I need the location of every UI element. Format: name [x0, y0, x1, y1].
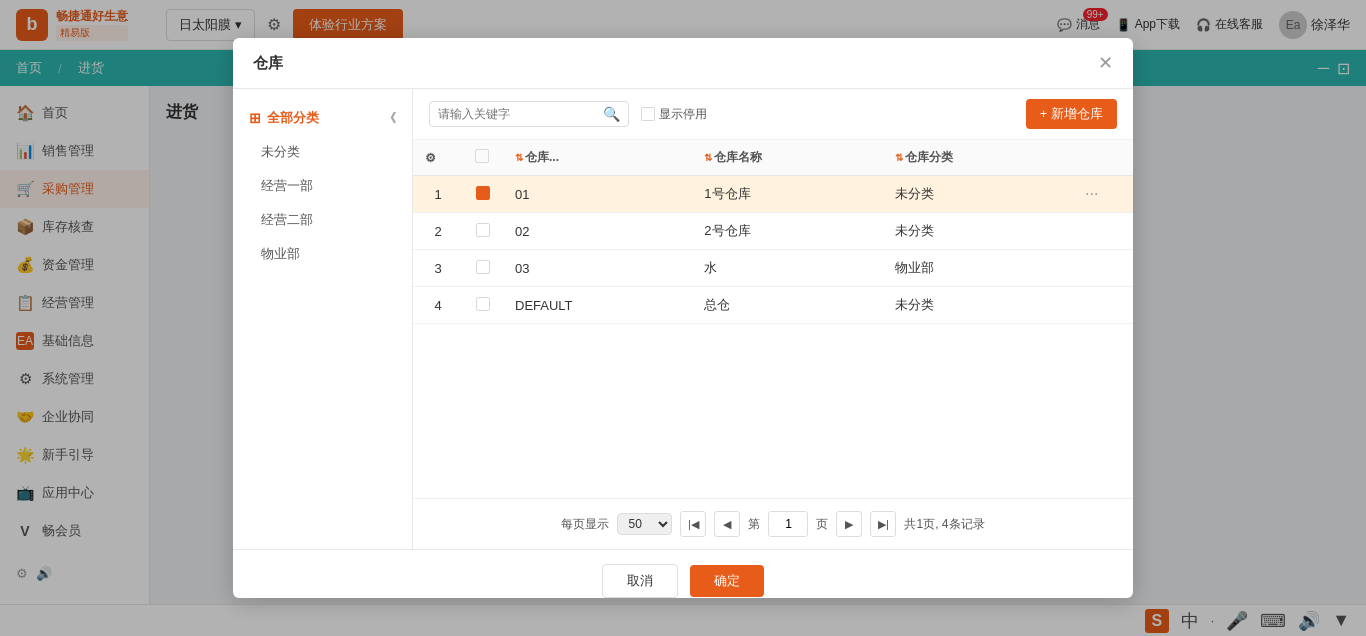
modal-title: 仓库 — [253, 54, 283, 73]
row-action — [1073, 213, 1133, 250]
row-code: DEFAULT — [503, 287, 692, 324]
show-disabled-checkbox-label[interactable]: 显示停用 — [641, 106, 707, 123]
all-categories-label: 全部分类 — [267, 109, 319, 127]
sort-icon-name: ⇅ — [704, 152, 712, 163]
prev-page-btn[interactable]: ◀ — [714, 511, 740, 537]
row-category: 物业部 — [883, 250, 1073, 287]
row-category: 未分类 — [883, 213, 1073, 250]
th-settings: ⚙ — [413, 140, 463, 176]
row-checkbox[interactable] — [463, 176, 503, 213]
show-disabled-checkbox[interactable] — [641, 107, 655, 121]
table-row[interactable]: 4 DEFAULT 总仓 未分类 — [413, 287, 1133, 324]
row-action — [1073, 287, 1133, 324]
table-body: 1 01 1号仓库 未分类 ··· 2 — [413, 176, 1133, 324]
cancel-button[interactable]: 取消 — [602, 564, 678, 598]
confirm-button[interactable]: 确定 — [690, 565, 764, 597]
page-unit: 页 — [816, 516, 828, 533]
row-select-checkbox[interactable] — [476, 260, 490, 274]
table-panel: 🔍 显示停用 + 新增仓库 ⚙ — [413, 89, 1133, 549]
row-name: 总仓 — [692, 287, 882, 324]
row-select-checkbox[interactable] — [476, 297, 490, 311]
sort-icon-code: ⇅ — [515, 152, 523, 163]
table-row[interactable]: 3 03 水 物业部 — [413, 250, 1133, 287]
table-row[interactable]: 2 02 2号仓库 未分类 — [413, 213, 1133, 250]
category-item-dept1[interactable]: 经营一部 — [233, 169, 412, 203]
modal-header: 仓库 ✕ — [233, 38, 1133, 89]
row-category: 未分类 — [883, 287, 1073, 324]
panel-collapse-btn[interactable]: 《 — [384, 110, 396, 127]
row-name: 水 — [692, 250, 882, 287]
row-checkbox[interactable] — [463, 287, 503, 324]
page-size-select[interactable]: 50 100 — [617, 513, 672, 535]
row-checkbox[interactable] — [463, 213, 503, 250]
page-size-label: 每页显示 — [561, 516, 609, 533]
th-checkbox — [463, 140, 503, 176]
row-num: 3 — [413, 250, 463, 287]
add-warehouse-button[interactable]: + 新增仓库 — [1026, 99, 1117, 129]
table-container: ⚙ ⇅仓库... ⇅仓库名称 ⇅仓库分类 — [413, 140, 1133, 498]
all-categories-item[interactable]: ⊞ 全部分类 《 — [233, 101, 412, 135]
row-num: 2 — [413, 213, 463, 250]
total-info: 共1页, 4条记录 — [904, 516, 984, 533]
first-page-btn[interactable]: |◀ — [680, 511, 706, 537]
warehouse-table: ⚙ ⇅仓库... ⇅仓库名称 ⇅仓库分类 — [413, 140, 1133, 324]
row-code: 02 — [503, 213, 692, 250]
row-num: 4 — [413, 287, 463, 324]
page-input[interactable] — [768, 511, 808, 537]
category-item-property[interactable]: 物业部 — [233, 237, 412, 271]
modal-footer: 取消 确定 — [233, 549, 1133, 612]
row-select-checkbox[interactable] — [476, 223, 490, 237]
row-select-checkbox[interactable] — [476, 186, 490, 200]
search-box: 🔍 — [429, 101, 629, 127]
category-item-unclassified[interactable]: 未分类 — [233, 135, 412, 169]
warehouse-modal: 仓库 ✕ ⊞ 全部分类 《 未分类 经营一部 经营二部 物业部 🔍 — [233, 38, 1133, 598]
th-action — [1073, 140, 1133, 176]
category-item-dept2[interactable]: 经营二部 — [233, 203, 412, 237]
last-page-btn[interactable]: ▶| — [870, 511, 896, 537]
page-label: 第 — [748, 516, 760, 533]
row-code: 01 — [503, 176, 692, 213]
table-header-row: ⚙ ⇅仓库... ⇅仓库名称 ⇅仓库分类 — [413, 140, 1133, 176]
pagination-bar: 每页显示 50 100 |◀ ◀ 第 页 ▶ ▶| 共1页, 4条记录 — [413, 498, 1133, 549]
search-icon[interactable]: 🔍 — [603, 106, 620, 122]
modal-close-button[interactable]: ✕ — [1098, 52, 1113, 74]
table-row[interactable]: 1 01 1号仓库 未分类 ··· — [413, 176, 1133, 213]
th-category: ⇅仓库分类 — [883, 140, 1073, 176]
more-actions-btn[interactable]: ··· — [1085, 185, 1098, 202]
th-code: ⇅仓库... — [503, 140, 692, 176]
grid-icon: ⊞ — [249, 110, 261, 126]
row-code: 03 — [503, 250, 692, 287]
search-input[interactable] — [438, 107, 603, 121]
category-panel: ⊞ 全部分类 《 未分类 经营一部 经营二部 物业部 — [233, 89, 413, 549]
row-checkbox[interactable] — [463, 250, 503, 287]
row-num: 1 — [413, 176, 463, 213]
table-head: ⚙ ⇅仓库... ⇅仓库名称 ⇅仓库分类 — [413, 140, 1133, 176]
row-action: ··· — [1073, 176, 1133, 213]
th-name: ⇅仓库名称 — [692, 140, 882, 176]
modal-body: ⊞ 全部分类 《 未分类 经营一部 经营二部 物业部 🔍 显示停用 + — [233, 89, 1133, 549]
row-name: 1号仓库 — [692, 176, 882, 213]
sort-icon-cat: ⇅ — [895, 152, 903, 163]
row-name: 2号仓库 — [692, 213, 882, 250]
table-toolbar: 🔍 显示停用 + 新增仓库 — [413, 89, 1133, 140]
next-page-btn[interactable]: ▶ — [836, 511, 862, 537]
row-category: 未分类 — [883, 176, 1073, 213]
select-all-checkbox[interactable] — [475, 149, 489, 163]
row-action — [1073, 250, 1133, 287]
